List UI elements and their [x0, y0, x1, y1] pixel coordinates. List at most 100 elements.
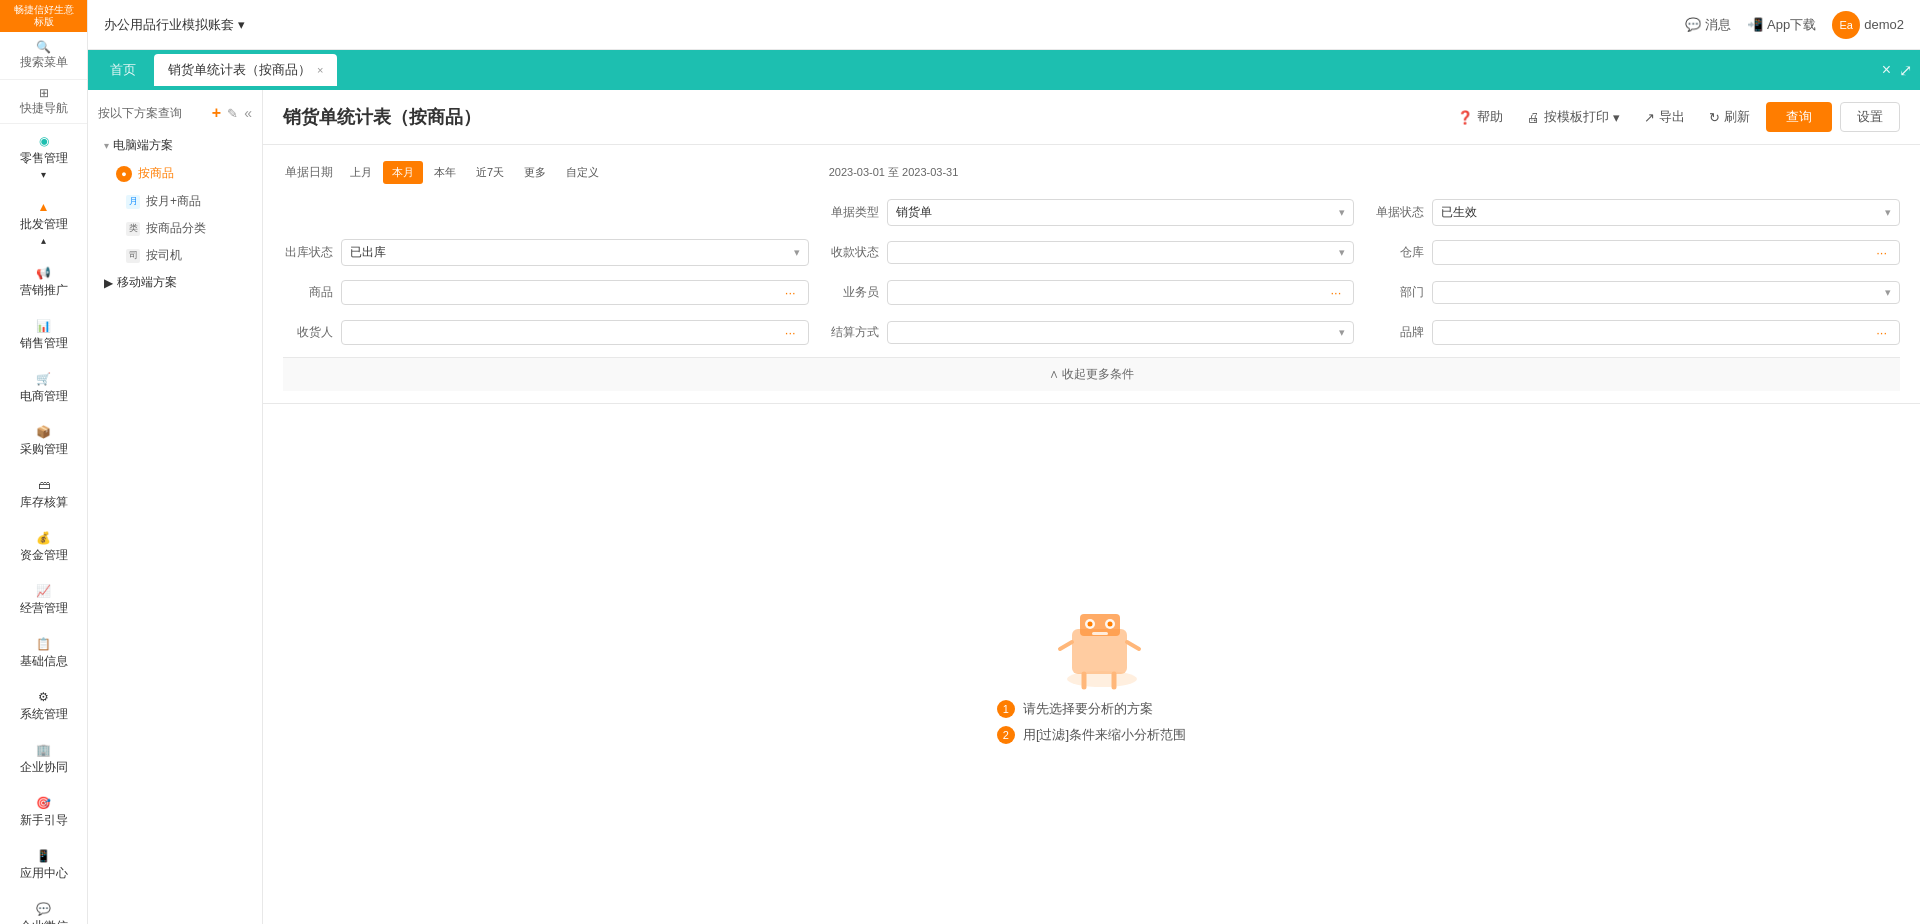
tree-group-pc: ▾ 电脑端方案 ● 按商品 月 按月+商品 类 按商品分类	[88, 132, 262, 269]
sidebar-item-newbie[interactable]: 🎯 新手引导	[0, 786, 87, 839]
brand-input[interactable]: ···	[1432, 320, 1900, 345]
sidebar-search[interactable]: 🔍 搜索菜单	[0, 32, 87, 80]
payment-status-input[interactable]: ▾	[887, 241, 1355, 264]
active-dot: ●	[116, 166, 132, 182]
empty-step-2: 2 用[过滤]条件来缩小分析范围	[997, 726, 1186, 744]
refresh-btn[interactable]: ↻ 刷新	[1701, 104, 1758, 130]
date-tab-more[interactable]: 更多	[515, 161, 555, 184]
tab-maximize-icon[interactable]: ⤢	[1899, 61, 1912, 80]
warehouse-input[interactable]: ···	[1432, 240, 1900, 265]
tab-home[interactable]: 首页	[96, 54, 150, 86]
help-btn[interactable]: ❓ 帮助	[1449, 104, 1511, 130]
query-button[interactable]: 查询	[1766, 102, 1832, 132]
doc-status-input[interactable]: 已生效 ▾	[1432, 199, 1900, 226]
brand-more-icon[interactable]: ···	[1872, 325, 1891, 340]
filter-row-1b: 单据类型 销货单 ▾ 单据状态 已生效 ▾	[283, 197, 1900, 227]
header-actions: 💬 消息 📲 App下载 Ea demo2	[1685, 11, 1904, 39]
app-download-btn[interactable]: 📲 App下载	[1747, 16, 1816, 34]
scheme-panel-label: 按以下方案查询	[98, 105, 206, 122]
date-tab-7days[interactable]: 近7天	[467, 161, 513, 184]
date-tab-prev-month[interactable]: 上月	[341, 161, 381, 184]
print-btn[interactable]: 🖨 按模板打印 ▾	[1519, 104, 1628, 130]
tree-arrow-mobile: ▶	[104, 276, 113, 290]
tree-arrow-pc: ▾	[104, 140, 109, 151]
tree-item-by-month-product[interactable]: 月 按月+商品	[88, 188, 262, 215]
filter-content: 销货单统计表（按商品） ❓ 帮助 🖨 按模板打印 ▾	[263, 90, 1920, 924]
collapse-more-conditions[interactable]: ∧ 收起更多条件	[283, 357, 1900, 391]
sidebar-item-wholesale[interactable]: ▲ 批发管理 ▴	[0, 190, 87, 256]
newbie-icon: 🎯	[36, 796, 51, 810]
product-more-icon[interactable]: ···	[781, 285, 800, 300]
staff-input[interactable]: ···	[887, 280, 1355, 305]
page-content: 按以下方案查询 + ✎ « ▾ 电脑端方案 ● 按商品	[88, 90, 1920, 924]
warehouse-status-input[interactable]: 已出库 ▾	[341, 239, 809, 266]
sidebar-item-basic[interactable]: 📋 基础信息	[0, 627, 87, 680]
top-header: 办公用品行业模拟账套 ▾ 💬 消息 📲 App下载 Ea demo2	[88, 0, 1920, 50]
filter-cell-staff: 业务员 ···	[829, 277, 1355, 307]
brand-label: 品牌	[1374, 324, 1424, 341]
logo-text: 畅捷信好生意	[14, 4, 74, 16]
warehouse-status-value: 已出库	[350, 244, 794, 261]
warehouse-status-arrow: ▾	[794, 246, 800, 259]
sidebar-item-marketing[interactable]: 📢 营销推广	[0, 256, 87, 309]
setting-button[interactable]: 设置	[1840, 102, 1900, 132]
warehouse-label: 仓库	[1374, 244, 1424, 261]
sidebar-item-inventory[interactable]: 🗃 库存核算	[0, 468, 87, 521]
basic-icon: 📋	[36, 637, 51, 651]
collapse-panel-icon[interactable]: «	[244, 105, 252, 121]
user-menu[interactable]: Ea demo2	[1832, 11, 1904, 39]
doc-type-input[interactable]: 销货单 ▾	[887, 199, 1355, 226]
staff-more-icon[interactable]: ···	[1326, 285, 1345, 300]
edit-scheme-icon[interactable]: ✎	[227, 106, 238, 121]
sidebar-item-retail[interactable]: ◉ 零售管理 ▾	[0, 124, 87, 190]
help-icon: ❓	[1457, 110, 1473, 125]
tab-close-icon[interactable]: ×	[317, 64, 323, 76]
tree-item-by-product[interactable]: ● 按商品	[88, 159, 262, 188]
sidebar-item-purchase[interactable]: 📦 采购管理	[0, 415, 87, 468]
sidebar-item-sales[interactable]: 📊 销售管理	[0, 309, 87, 362]
sidebar-item-operations[interactable]: 📈 经营管理	[0, 574, 87, 627]
search-icon: 🔍	[6, 40, 81, 54]
doc-status-label: 单据状态	[1374, 204, 1424, 221]
tree-item-by-printer[interactable]: 司 按司机	[88, 242, 262, 269]
svg-rect-7	[1092, 632, 1108, 635]
filter-row-3: 商品 ··· 业务员 ···	[283, 277, 1900, 307]
category-icon: 类	[126, 222, 140, 236]
tree-group-pc-header[interactable]: ▾ 电脑端方案	[88, 132, 262, 159]
sidebar-item-ecommerce[interactable]: 🛒 电商管理	[0, 362, 87, 415]
print-icon: 🖨	[1527, 110, 1540, 125]
date-range-display: 2023-03-01 至 2023-03-31	[829, 165, 959, 180]
add-scheme-icon[interactable]: +	[212, 104, 221, 122]
dept-input[interactable]: ▾	[1432, 281, 1900, 304]
industry-selector[interactable]: 办公用品行业模拟账套 ▾	[104, 16, 245, 34]
sidebar-item-wechat[interactable]: 💬 企业微信	[0, 892, 87, 924]
product-input[interactable]: ···	[341, 280, 809, 305]
scheme-tree: ▾ 电脑端方案 ● 按商品 月 按月+商品 类 按商品分类	[88, 128, 262, 300]
export-btn[interactable]: ↗ 导出	[1636, 104, 1693, 130]
payment-method-input[interactable]: ▾	[887, 321, 1355, 344]
tab-sales-stats[interactable]: 销货单统计表（按商品） ×	[154, 54, 337, 86]
date-tab-this-month[interactable]: 本月	[383, 161, 423, 184]
sidebar-item-enterprise[interactable]: 🏢 企业协同	[0, 733, 87, 786]
date-filter-group: 上月 本月 本年 近7天 更多 自定义	[341, 161, 809, 184]
page-title-row: 销货单统计表（按商品） ❓ 帮助 🖨 按模板打印 ▾	[283, 102, 1900, 132]
refresh-icon: ↻	[1709, 110, 1720, 125]
sidebar-quick-nav[interactable]: ⊞ 快捷导航	[0, 80, 87, 124]
message-btn[interactable]: 💬 消息	[1685, 16, 1731, 34]
filter-row-1: 单据日期 上月 本月 本年 近7天 更多 自定义	[283, 157, 1900, 187]
tree-group-mobile[interactable]: ▶ 移动端方案	[88, 269, 262, 296]
receiver-input[interactable]: ···	[341, 320, 809, 345]
right-actions-bar: ❓ 帮助 🖨 按模板打印 ▾ ↗ 导出	[1449, 102, 1900, 132]
receiver-more-icon[interactable]: ···	[781, 325, 800, 340]
date-tab-custom[interactable]: 自定义	[557, 161, 608, 184]
sidebar-item-finance[interactable]: 💰 资金管理	[0, 521, 87, 574]
warehouse-more-icon[interactable]: ···	[1872, 245, 1891, 260]
step-2-num: 2	[997, 726, 1015, 744]
scheme-panel-header: 按以下方案查询 + ✎ «	[88, 98, 262, 128]
svg-line-9	[1127, 642, 1139, 649]
tab-close-all-icon[interactable]: ×	[1882, 61, 1891, 79]
tree-item-by-category[interactable]: 类 按商品分类	[88, 215, 262, 242]
sidebar-item-app-center[interactable]: 📱 应用中心	[0, 839, 87, 892]
date-tab-this-year[interactable]: 本年	[425, 161, 465, 184]
sidebar-item-system[interactable]: ⚙ 系统管理	[0, 680, 87, 733]
